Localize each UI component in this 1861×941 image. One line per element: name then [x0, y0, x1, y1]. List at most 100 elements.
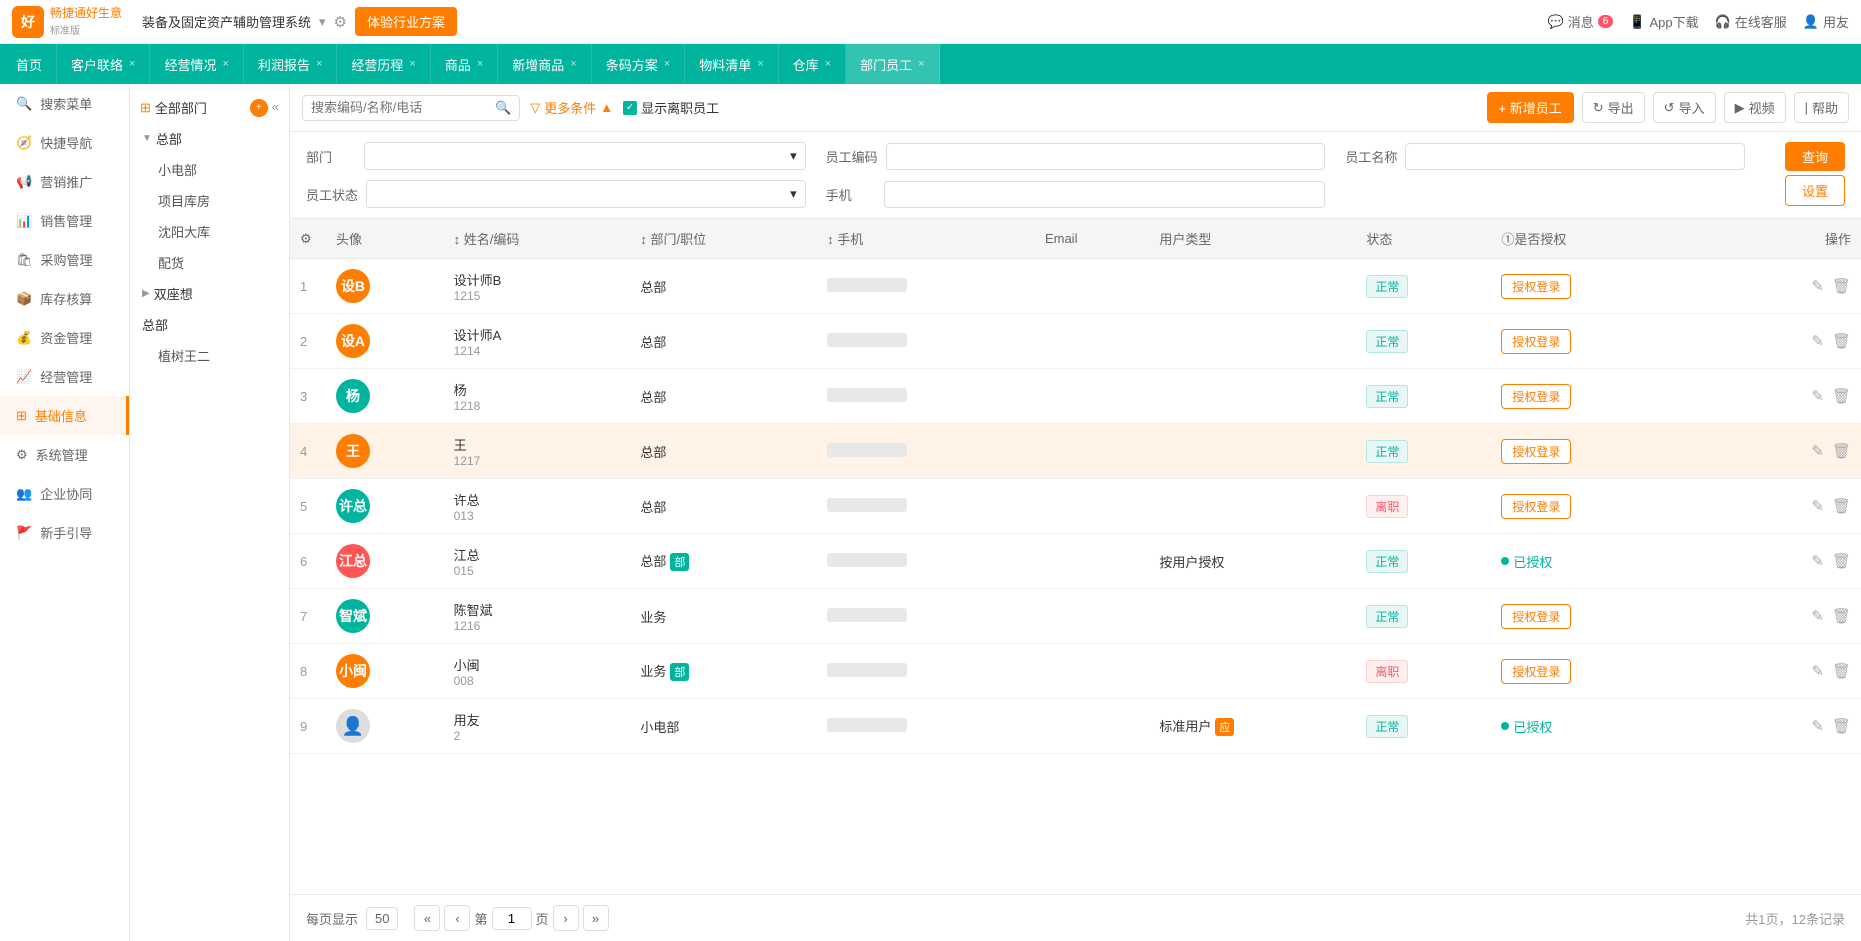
nav-item-bom[interactable]: 物料清单 × [685, 44, 778, 84]
close-icon[interactable]: × [409, 58, 415, 70]
all-dept-btn[interactable]: ⊞ 全部部门 [140, 98, 207, 117]
export-button[interactable]: ↻ 导出 [1582, 92, 1645, 123]
sidebar-item-purchase[interactable]: 🛍 采购管理 [0, 240, 129, 279]
edit-icon[interactable]: ✎ [1811, 662, 1824, 680]
nav-item-goods[interactable]: 商品 × [431, 44, 498, 84]
nav-item-home[interactable]: 首页 [0, 44, 57, 84]
nav-item-customer[interactable]: 客户联络 × [57, 44, 150, 84]
close-icon[interactable]: × [570, 58, 576, 70]
row-auth[interactable]: 授权登录 [1491, 424, 1687, 479]
auth-button[interactable]: 授权登录 [1501, 604, 1571, 629]
row-auth[interactable]: 授权登录 [1491, 369, 1687, 424]
edit-icon[interactable]: ✎ [1811, 552, 1824, 570]
add-dept-btn[interactable]: + [250, 99, 268, 117]
delete-icon[interactable]: 🗑 [1832, 607, 1851, 625]
add-employee-button[interactable]: + 新增员工 [1487, 92, 1574, 123]
sidebar-item-finance[interactable]: 💰 资金管理 [0, 318, 129, 357]
import-button[interactable]: ↺ 导入 [1653, 92, 1716, 123]
auth-button[interactable]: 授权登录 [1501, 659, 1571, 684]
nav-item-profit[interactable]: 利润报告 × [244, 44, 337, 84]
more-filter-btn[interactable]: ▽ 更多条件 ▲ [530, 98, 613, 117]
sidebar-item-marketing[interactable]: 📢 营销推广 [0, 162, 129, 201]
delete-icon[interactable]: 🗑 [1832, 552, 1851, 570]
auth-button[interactable]: 授权登录 [1501, 384, 1571, 409]
gear-icon[interactable]: ⚙ [334, 13, 347, 31]
page-input[interactable] [492, 907, 532, 930]
delete-icon[interactable]: 🗑 [1832, 387, 1851, 405]
sidebar-item-search[interactable]: 🔍 搜索菜单 [0, 84, 129, 123]
message-btn[interactable]: 💬 消息 6 [1548, 12, 1614, 31]
delete-icon[interactable]: 🗑 [1832, 497, 1851, 515]
nav-item-history[interactable]: 经营历程 × [337, 44, 430, 84]
app-download-btn[interactable]: 📱 App下载 [1629, 12, 1698, 31]
empcode-filter-input[interactable] [886, 143, 1326, 170]
phone-filter-input[interactable] [884, 181, 1326, 208]
nav-item-add-goods[interactable]: 新增商品 × [498, 44, 591, 84]
last-page-btn[interactable]: » [583, 905, 609, 931]
collapse-dept-btn[interactable]: « [272, 99, 279, 117]
dept-tree-item-projroom[interactable]: 项目库房 [130, 185, 289, 216]
view-button[interactable]: ▶ 视频 [1724, 92, 1786, 123]
close-icon[interactable]: × [222, 58, 228, 70]
search-input[interactable] [311, 100, 491, 115]
dept-filter-select[interactable]: ▾ [364, 142, 806, 170]
nav-item-operation[interactable]: 经营情况 × [150, 44, 243, 84]
close-icon[interactable]: × [757, 58, 763, 70]
sidebar-item-basic-info[interactable]: ⊞ 基础信息 [0, 396, 129, 435]
edit-icon[interactable]: ✎ [1811, 442, 1824, 460]
edit-icon[interactable]: ✎ [1811, 497, 1824, 515]
delete-icon[interactable]: 🗑 [1832, 442, 1851, 460]
sidebar-item-system[interactable]: ⚙ 系统管理 [0, 435, 129, 474]
first-page-btn[interactable]: « [414, 905, 440, 931]
edit-icon[interactable]: ✎ [1811, 277, 1824, 295]
delete-icon[interactable]: 🗑 [1832, 332, 1851, 350]
col-settings[interactable]: ⚙ [290, 219, 326, 259]
online-service-btn[interactable]: 🎧 在线客服 [1715, 12, 1787, 31]
dropdown-arrow-icon[interactable]: ▾ [319, 14, 326, 30]
row-auth[interactable]: 授权登录 [1491, 314, 1687, 369]
nav-item-employee[interactable]: 部门员工 × [846, 44, 939, 84]
row-auth[interactable]: 授权登录 [1491, 259, 1687, 314]
row-auth[interactable]: 授权登录 [1491, 589, 1687, 644]
dept-tree-item-shenyang[interactable]: 沈阳大库 [130, 216, 289, 247]
sidebar-item-collab[interactable]: 👥 企业协同 [0, 474, 129, 513]
auth-button[interactable]: 授权登录 [1501, 439, 1571, 464]
dept-tree-item-general[interactable]: ▼ 总部 [130, 123, 289, 154]
status-filter-select[interactable]: ▾ [366, 180, 806, 208]
sidebar-item-business[interactable]: 📈 经营管理 [0, 357, 129, 396]
help-button[interactable]: | 帮助 [1794, 92, 1849, 123]
dept-tree-item-zhishu[interactable]: 植树王二 [130, 340, 289, 371]
nav-item-barcode[interactable]: 条码方案 × [592, 44, 685, 84]
show-resigned-toggle[interactable]: ✓ 显示离职员工 [623, 98, 719, 117]
close-icon[interactable]: × [664, 58, 670, 70]
edit-icon[interactable]: ✎ [1811, 387, 1824, 405]
close-icon[interactable]: × [477, 58, 483, 70]
row-auth[interactable]: 授权登录 [1491, 479, 1687, 534]
prev-page-btn[interactable]: ‹ [444, 905, 470, 931]
dept-tree-item-peihuo[interactable]: 配货 [130, 247, 289, 278]
page-size-value[interactable]: 50 [366, 907, 398, 930]
close-icon[interactable]: × [918, 58, 924, 70]
query-button[interactable]: 查询 [1785, 142, 1845, 171]
sidebar-item-sales[interactable]: 📊 销售管理 [0, 201, 129, 240]
sidebar-item-nav[interactable]: 🧭 快捷导航 [0, 123, 129, 162]
search-input-wrap[interactable]: 🔍 [302, 95, 520, 121]
row-auth[interactable]: 授权登录 [1491, 644, 1687, 699]
nav-item-warehouse[interactable]: 仓库 × [779, 44, 846, 84]
reset-button[interactable]: 设置 [1785, 175, 1845, 206]
empname-filter-input[interactable] [1405, 143, 1745, 170]
edit-icon[interactable]: ✎ [1811, 717, 1824, 735]
dept-tree-item-zongbu[interactable]: 总部 [130, 309, 289, 340]
next-page-btn[interactable]: › [553, 905, 579, 931]
edit-icon[interactable]: ✎ [1811, 607, 1824, 625]
trial-button[interactable]: 体验行业方案 [355, 7, 457, 36]
dept-tree-item-shuangzuo[interactable]: ▶ 双座想 [130, 278, 289, 309]
user-avatar[interactable]: 👤 用友 [1803, 12, 1849, 31]
auth-button[interactable]: 授权登录 [1501, 494, 1571, 519]
delete-icon[interactable]: 🗑 [1832, 662, 1851, 680]
auth-button[interactable]: 授权登录 [1501, 274, 1571, 299]
sidebar-item-guide[interactable]: 🚩 新手引导 [0, 513, 129, 552]
close-icon[interactable]: × [129, 58, 135, 70]
edit-icon[interactable]: ✎ [1811, 332, 1824, 350]
sidebar-item-stock[interactable]: 📦 库存核算 [0, 279, 129, 318]
